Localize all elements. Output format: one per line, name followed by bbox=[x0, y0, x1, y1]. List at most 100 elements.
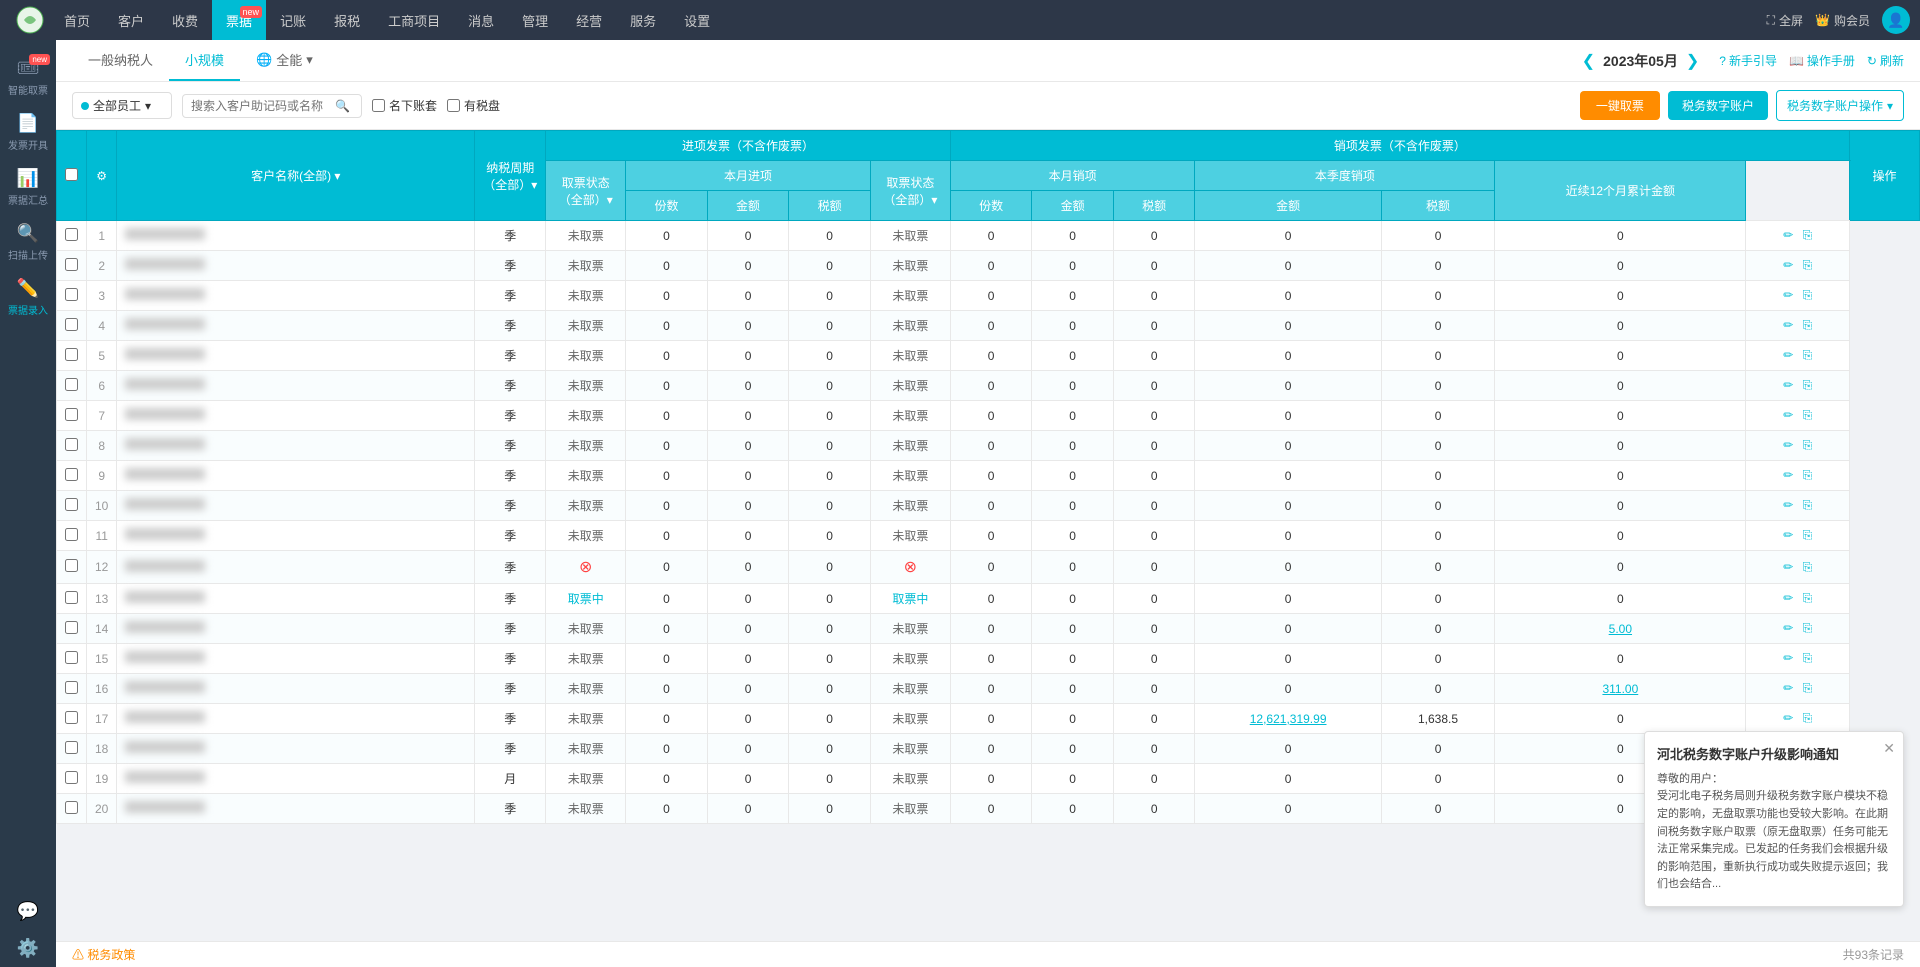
sidebar-item-settings[interactable]: ⚙️ bbox=[17, 930, 39, 967]
tax-digital-button[interactable]: 税务数字账户 bbox=[1668, 91, 1768, 120]
edit-button[interactable]: ✏ bbox=[1783, 408, 1793, 422]
row-checkbox[interactable] bbox=[65, 621, 78, 634]
edit-button[interactable]: ✏ bbox=[1783, 528, 1793, 542]
search-input[interactable] bbox=[191, 99, 331, 113]
edit-button[interactable]: ✏ bbox=[1783, 468, 1793, 482]
tab-small-scale[interactable]: 小规模 bbox=[169, 40, 240, 81]
edit-button[interactable]: ✏ bbox=[1783, 651, 1793, 665]
nav-business[interactable]: 工商项目 bbox=[374, 0, 454, 40]
nav-billing[interactable]: 收费 bbox=[158, 0, 212, 40]
row-checkbox[interactable] bbox=[65, 528, 78, 541]
nav-customer[interactable]: 客户 bbox=[104, 0, 158, 40]
employee-select[interactable]: 全部员工 ▾ bbox=[72, 92, 172, 119]
search-icon[interactable]: 🔍 bbox=[335, 99, 350, 113]
copy-button[interactable]: ⎘ bbox=[1803, 288, 1813, 302]
row-checkbox[interactable] bbox=[65, 741, 78, 754]
sidebar-item-ticket-entry[interactable]: ✏️ 票据录入 bbox=[0, 270, 56, 325]
copy-button[interactable]: ⎘ bbox=[1803, 408, 1813, 422]
nav-home[interactable]: 首页 bbox=[50, 0, 104, 40]
one-click-ticket-button[interactable]: 一键取票 bbox=[1580, 91, 1660, 120]
nav-manage[interactable]: 管理 bbox=[508, 0, 562, 40]
edit-button[interactable]: ✏ bbox=[1783, 681, 1793, 695]
nav-message[interactable]: 消息 bbox=[454, 0, 508, 40]
avatar[interactable]: 👤 bbox=[1882, 6, 1910, 34]
row-checkbox[interactable] bbox=[65, 288, 78, 301]
copy-button[interactable]: ⎘ bbox=[1803, 528, 1813, 542]
copy-button[interactable]: ⎘ bbox=[1803, 651, 1813, 665]
fullscreen-button[interactable]: ⛶ 全屏 bbox=[1767, 12, 1803, 29]
copy-button[interactable]: ⎘ bbox=[1803, 378, 1813, 392]
edit-button[interactable]: ✏ bbox=[1783, 438, 1793, 452]
has-tax-disk-checkbox[interactable] bbox=[447, 99, 460, 112]
nav-settings[interactable]: 设置 bbox=[670, 0, 724, 40]
sidebar-item-scan-upload[interactable]: 🔍 扫描上传 bbox=[0, 215, 56, 270]
edit-button[interactable]: ✏ bbox=[1783, 288, 1793, 302]
row-checkbox[interactable] bbox=[65, 559, 78, 572]
checkbox-under-account[interactable]: 名下账套 bbox=[372, 97, 437, 114]
row-checkbox[interactable] bbox=[65, 651, 78, 664]
row-checkbox[interactable] bbox=[65, 591, 78, 604]
copy-button[interactable]: ⎘ bbox=[1803, 711, 1813, 725]
notification-close-button[interactable]: ✕ bbox=[1883, 740, 1895, 757]
row-checkbox[interactable] bbox=[65, 318, 78, 331]
edit-button[interactable]: ✏ bbox=[1783, 711, 1793, 725]
row-checkbox[interactable] bbox=[65, 468, 78, 481]
nav-tax[interactable]: 报税 bbox=[320, 0, 374, 40]
edit-button[interactable]: ✏ bbox=[1783, 228, 1793, 242]
copy-button[interactable]: ⎘ bbox=[1803, 591, 1813, 605]
edit-button[interactable]: ✏ bbox=[1783, 258, 1793, 272]
row-checkbox[interactable] bbox=[65, 258, 78, 271]
nav-accounting[interactable]: 记账 bbox=[266, 0, 320, 40]
checkbox-has-tax-disk[interactable]: 有税盘 bbox=[447, 97, 500, 114]
header-tax-period[interactable]: 纳税周期（全部）▾ bbox=[475, 131, 546, 221]
sidebar-item-ticket-summary[interactable]: 📊 票据汇总 bbox=[0, 160, 56, 215]
row-checkbox[interactable] bbox=[65, 771, 78, 784]
tax-policy-link[interactable]: ⚠ 税务政策 bbox=[72, 946, 135, 963]
refresh-link[interactable]: ↻ 刷新 bbox=[1867, 52, 1904, 69]
edit-button[interactable]: ✏ bbox=[1783, 560, 1793, 574]
edit-button[interactable]: ✏ bbox=[1783, 348, 1793, 362]
copy-button[interactable]: ⎘ bbox=[1803, 348, 1813, 362]
copy-button[interactable]: ⎘ bbox=[1803, 560, 1813, 574]
row-checkbox[interactable] bbox=[65, 498, 78, 511]
sidebar-item-invoice-open[interactable]: 📄 发票开具 bbox=[0, 105, 56, 160]
nav-service[interactable]: 服务 bbox=[616, 0, 670, 40]
copy-button[interactable]: ⎘ bbox=[1803, 258, 1813, 272]
edit-button[interactable]: ✏ bbox=[1783, 591, 1793, 605]
member-button[interactable]: 👑 购会员 bbox=[1815, 12, 1870, 29]
copy-button[interactable]: ⎘ bbox=[1803, 438, 1813, 452]
row-checkbox[interactable] bbox=[65, 438, 78, 451]
edit-button[interactable]: ✏ bbox=[1783, 318, 1793, 332]
row-checkbox[interactable] bbox=[65, 348, 78, 361]
header-out-status[interactable]: 取票状态（全部）▾ bbox=[870, 161, 950, 221]
copy-button[interactable]: ⎘ bbox=[1803, 468, 1813, 482]
new-guide-link[interactable]: ? 新手引导 bbox=[1719, 52, 1777, 69]
nav-invoice[interactable]: 票据 new bbox=[212, 0, 266, 40]
edit-button[interactable]: ✏ bbox=[1783, 621, 1793, 635]
nav-operation[interactable]: 经营 bbox=[562, 0, 616, 40]
sidebar-item-chat[interactable]: 💬 bbox=[17, 893, 39, 930]
edit-button[interactable]: ✏ bbox=[1783, 378, 1793, 392]
row-checkbox[interactable] bbox=[65, 711, 78, 724]
copy-button[interactable]: ⎘ bbox=[1803, 681, 1813, 695]
prev-month-button[interactable]: ❮ bbox=[1582, 51, 1595, 71]
header-in-status[interactable]: 取票状态（全部）▾ bbox=[546, 161, 626, 221]
copy-button[interactable]: ⎘ bbox=[1803, 498, 1813, 512]
row-checkbox[interactable] bbox=[65, 801, 78, 814]
tab-all[interactable]: 🌐 全能 ▾ bbox=[240, 40, 329, 81]
row-checkbox[interactable] bbox=[65, 228, 78, 241]
row-checkbox[interactable] bbox=[65, 378, 78, 391]
sidebar-item-smart-ticket[interactable]: 🎟 智能取票 new bbox=[0, 50, 56, 105]
row-checkbox[interactable] bbox=[65, 681, 78, 694]
copy-button[interactable]: ⎘ bbox=[1803, 318, 1813, 332]
edit-button[interactable]: ✏ bbox=[1783, 498, 1793, 512]
copy-button[interactable]: ⎘ bbox=[1803, 228, 1813, 242]
row-checkbox[interactable] bbox=[65, 408, 78, 421]
next-month-button[interactable]: ❯ bbox=[1686, 51, 1699, 71]
select-all-checkbox[interactable] bbox=[65, 168, 78, 181]
tab-general-taxpayer[interactable]: 一般纳税人 bbox=[72, 40, 169, 81]
manual-link[interactable]: 📖 操作手册 bbox=[1789, 52, 1855, 69]
under-account-checkbox[interactable] bbox=[372, 99, 385, 112]
tax-digital-ops-button[interactable]: 税务数字账户操作 ▾ bbox=[1776, 90, 1904, 121]
header-customer-name[interactable]: 客户名称(全部) ▾ bbox=[117, 131, 475, 221]
